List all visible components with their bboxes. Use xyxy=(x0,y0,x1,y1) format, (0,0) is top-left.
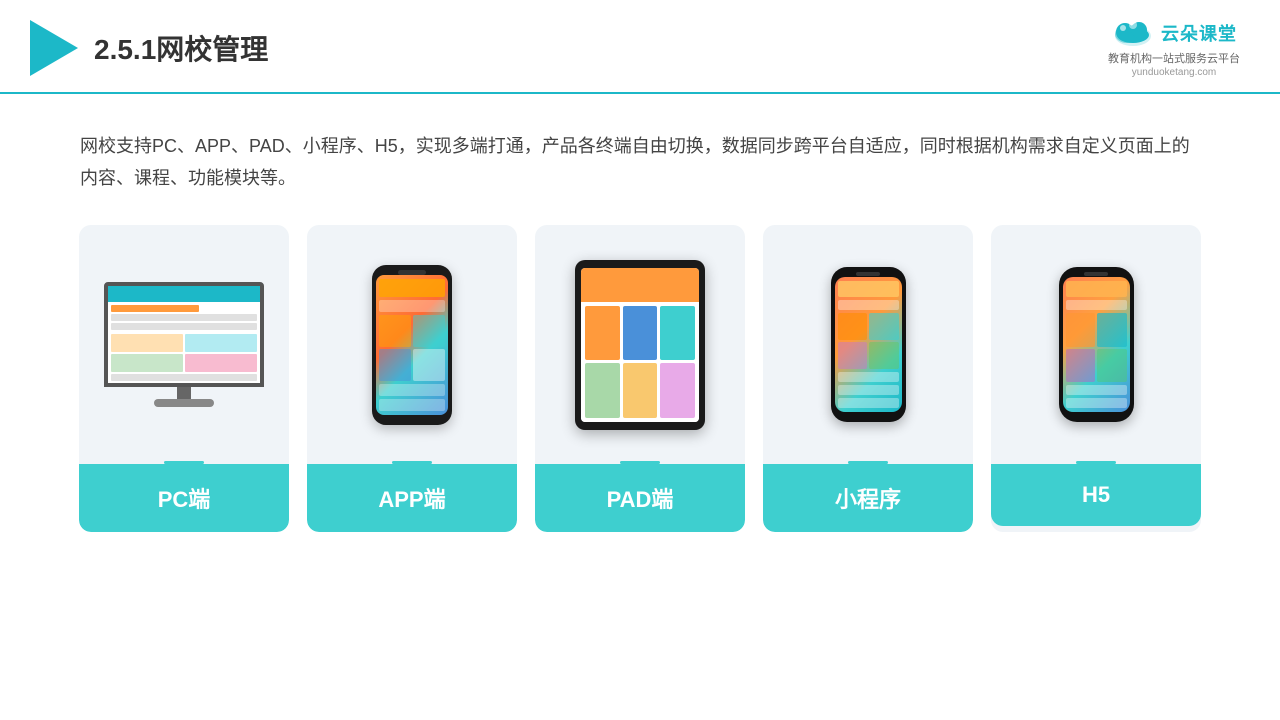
h5-phone xyxy=(1059,267,1134,422)
ipad-cell xyxy=(660,306,695,361)
phone-mini-screen xyxy=(835,277,902,412)
miniprogram-label: 小程序 xyxy=(763,464,973,532)
ipad-cell xyxy=(623,306,658,361)
h5-row xyxy=(1066,398,1127,408)
h5-header xyxy=(1066,281,1127,297)
pm-grid xyxy=(838,313,899,369)
phone-cell xyxy=(379,349,411,381)
pc-label: PC端 xyxy=(79,464,289,532)
h5-cell xyxy=(1097,313,1127,347)
h5-inner xyxy=(1063,277,1130,412)
ipad-rows xyxy=(581,302,699,422)
ipad-cell xyxy=(585,306,620,361)
description-paragraph: 网校支持PC、APP、PAD、小程序、H5，实现多端打通，产品各终端自由切换，数… xyxy=(80,130,1200,195)
miniprogram-phone xyxy=(831,267,906,422)
pm-header xyxy=(838,281,899,297)
phone-screen xyxy=(376,275,448,415)
cards-section: PC端 xyxy=(0,215,1280,532)
pm-row xyxy=(838,398,899,408)
pc-image-area xyxy=(79,225,289,455)
h5-label: H5 xyxy=(991,464,1201,526)
pm-row xyxy=(838,372,899,382)
pm-cell xyxy=(869,313,899,340)
h5-row xyxy=(1066,385,1127,395)
brand-area: 云朵课堂 教育机构一站式服务云平台 yunduoketang.com xyxy=(1108,18,1240,78)
app-label: APP端 xyxy=(307,464,517,532)
app-image-area xyxy=(307,225,517,455)
monitor-screen xyxy=(104,282,264,387)
monitor-neck xyxy=(177,387,191,399)
monitor-cell xyxy=(111,354,183,372)
app-card: APP端 xyxy=(307,225,517,532)
h5-image-area xyxy=(991,225,1201,455)
phone-cell xyxy=(413,349,445,381)
phone-screen-content xyxy=(376,275,448,415)
monitor-grid xyxy=(111,334,257,372)
pm-cell xyxy=(838,342,868,369)
phone-row xyxy=(379,399,445,411)
pm-row xyxy=(838,385,899,395)
monitor-row xyxy=(111,374,257,381)
logo-triangle-icon xyxy=(30,20,78,76)
monitor-cell xyxy=(185,334,257,352)
description-text: 网校支持PC、APP、PAD、小程序、H5，实现多端打通，产品各终端自由切换，数… xyxy=(0,94,1280,215)
phone-cell xyxy=(379,315,411,347)
ipad-cell xyxy=(660,363,695,418)
phone-row xyxy=(379,384,445,396)
pm-cell xyxy=(869,342,899,369)
app-phone xyxy=(372,265,452,425)
h5-card: H5 xyxy=(991,225,1201,532)
pm-row xyxy=(838,300,899,310)
brand-subtitle: 教育机构一站式服务云平台 xyxy=(1108,50,1240,66)
monitor-row xyxy=(111,314,257,321)
brand-url: yunduoketang.com xyxy=(1132,67,1217,78)
ipad-cell xyxy=(623,363,658,418)
monitor-row xyxy=(111,383,257,387)
h5-cell xyxy=(1066,313,1096,347)
ipad-cell xyxy=(585,363,620,418)
brand-logo: 云朵课堂 xyxy=(1111,18,1237,48)
pm-cell xyxy=(838,313,868,340)
brand-name: 云朵课堂 xyxy=(1161,20,1237,46)
pc-card: PC端 xyxy=(79,225,289,532)
monitor-row xyxy=(111,323,257,330)
page-header: 2.5.1网校管理 云朵课堂 教育机构一站式服务云平台 yunduoketang… xyxy=(0,0,1280,94)
cloud-icon xyxy=(1111,18,1155,48)
h5-cell xyxy=(1066,349,1096,383)
ipad-screen-inner xyxy=(581,268,699,422)
miniprogram-card: 小程序 xyxy=(763,225,973,532)
pc-monitor xyxy=(104,282,264,407)
monitor-row xyxy=(111,305,199,312)
phone-grid xyxy=(379,315,445,381)
monitor-screen-body xyxy=(108,302,260,387)
pad-label: PAD端 xyxy=(535,464,745,532)
header-left: 2.5.1网校管理 xyxy=(30,20,268,76)
miniprogram-image-area xyxy=(763,225,973,455)
h5-cell xyxy=(1097,349,1127,383)
pad-image-area xyxy=(535,225,745,455)
phone-mini-inner xyxy=(835,277,902,412)
pad-ipad xyxy=(575,260,705,430)
h5-screen xyxy=(1063,277,1130,412)
monitor-cell xyxy=(111,334,183,352)
pad-card: PAD端 xyxy=(535,225,745,532)
monitor-cell xyxy=(185,354,257,372)
page-title: 2.5.1网校管理 xyxy=(94,28,268,68)
ipad-screen xyxy=(581,268,699,422)
monitor-base xyxy=(154,399,214,407)
h5-row xyxy=(1066,300,1127,310)
monitor-screen-header xyxy=(108,286,260,302)
phone-cell xyxy=(413,315,445,347)
h5-grid xyxy=(1066,313,1127,382)
phone-header-row xyxy=(379,279,445,297)
phone-row xyxy=(379,300,445,312)
